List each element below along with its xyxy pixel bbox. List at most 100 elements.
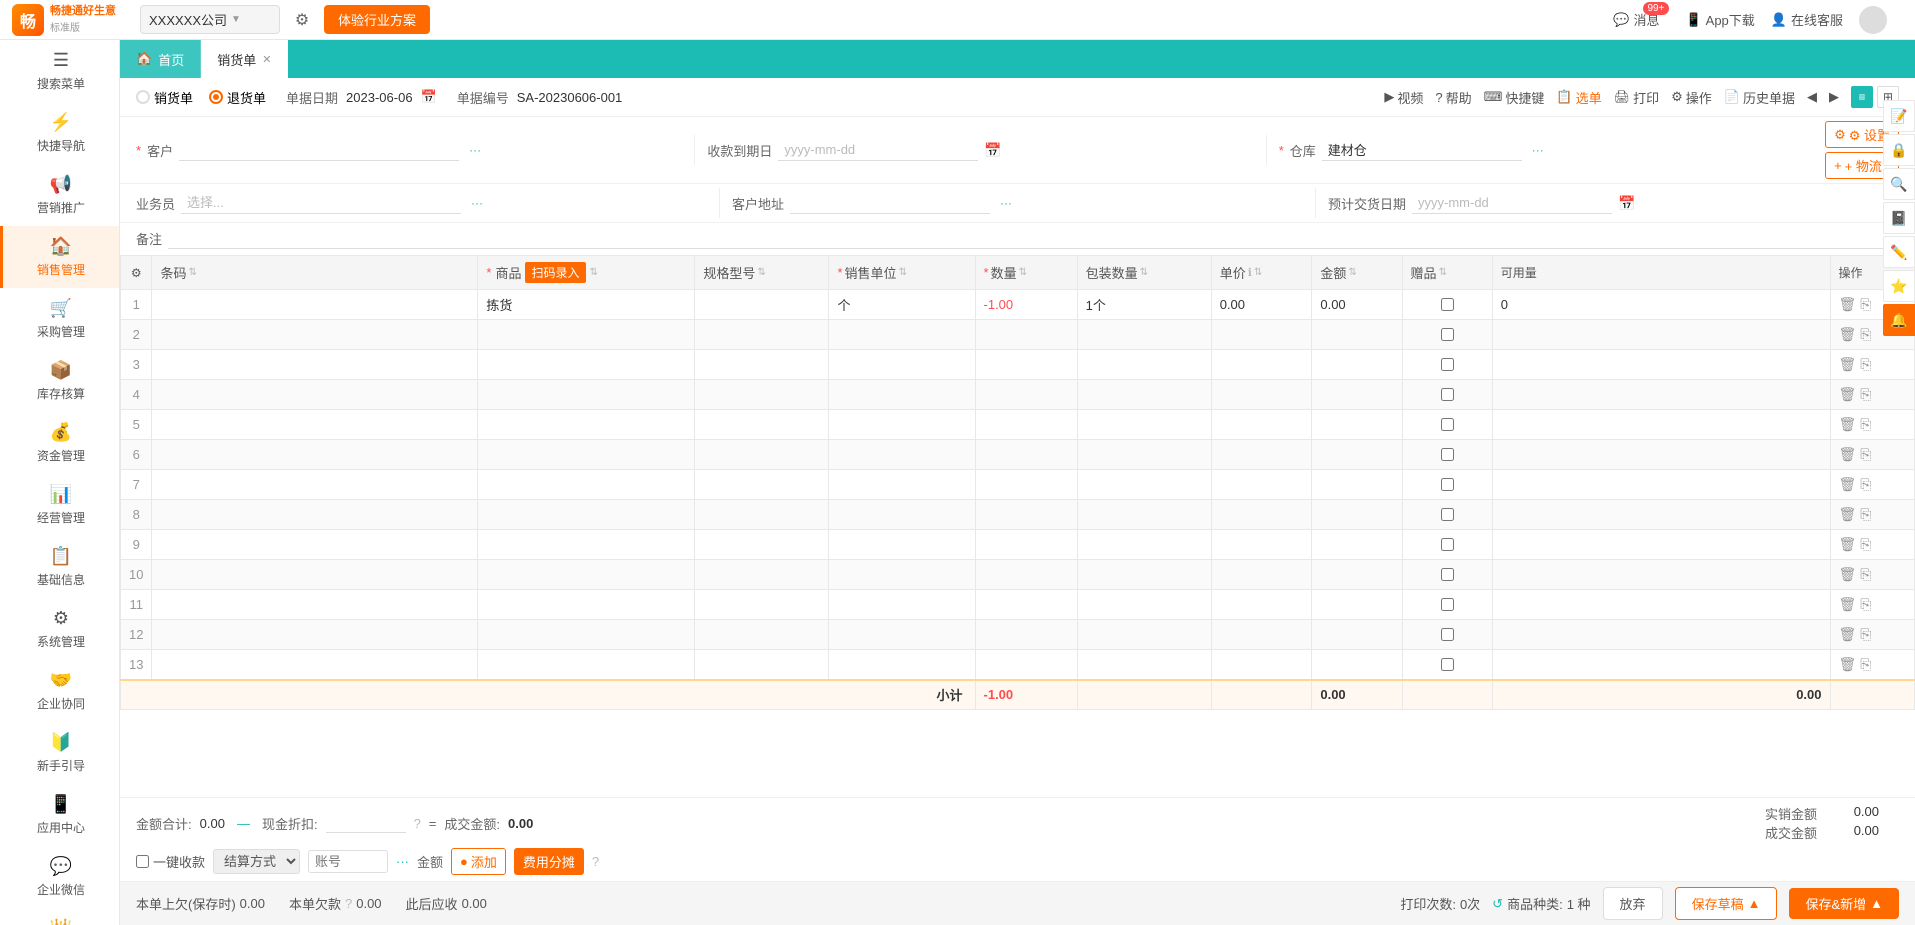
row-barcode[interactable] bbox=[152, 380, 478, 410]
prev-btn[interactable]: ◀ bbox=[1807, 89, 1817, 105]
row-unit[interactable]: 个 bbox=[829, 290, 975, 320]
row-unit-price[interactable] bbox=[1211, 440, 1312, 470]
row-pack-qty[interactable] bbox=[1077, 560, 1211, 590]
th-pack-qty[interactable]: 包装数量⇅ bbox=[1077, 256, 1211, 290]
row-barcode[interactable] bbox=[152, 320, 478, 350]
row-product[interactable] bbox=[478, 500, 695, 530]
gift-checkbox[interactable] bbox=[1441, 538, 1454, 551]
row-pack-qty[interactable] bbox=[1077, 440, 1211, 470]
sidebar-item-quick-nav[interactable]: ⚡ 快捷导航 bbox=[0, 102, 119, 164]
sidebar-item-marketing[interactable]: 📢 营销推广 bbox=[0, 164, 119, 226]
row-amount[interactable] bbox=[1312, 320, 1402, 350]
account-more-icon[interactable]: ··· bbox=[396, 854, 409, 869]
th-settings[interactable]: ⚙ bbox=[121, 256, 152, 290]
cash-discount-input[interactable] bbox=[326, 813, 406, 833]
row-barcode[interactable] bbox=[152, 650, 478, 680]
row-delete-btn[interactable]: 🗑 bbox=[1839, 536, 1857, 553]
right-panel-btn-5[interactable]: ✏️ bbox=[1883, 236, 1915, 268]
row-gift[interactable] bbox=[1402, 320, 1492, 350]
row-copy-btn[interactable]: ⎘ bbox=[1860, 356, 1871, 373]
one-key-pay-input[interactable] bbox=[136, 855, 149, 868]
scan-btn[interactable]: 扫码录入 bbox=[525, 262, 585, 283]
sidebar-item-app-center[interactable]: 📱 应用中心 bbox=[0, 784, 119, 846]
right-panel-btn-2[interactable]: 🔒 bbox=[1883, 134, 1915, 166]
warehouse-more-icon[interactable]: ··· bbox=[1532, 143, 1544, 157]
th-amount[interactable]: 金额⇅ bbox=[1312, 256, 1402, 290]
row-spec[interactable] bbox=[695, 380, 829, 410]
warehouse-input[interactable] bbox=[1322, 139, 1522, 161]
row-qty[interactable] bbox=[975, 410, 1077, 440]
refresh-icon[interactable]: ↺ bbox=[1492, 896, 1503, 912]
row-product[interactable] bbox=[478, 590, 695, 620]
print-btn[interactable]: 🖨 打印 bbox=[1614, 88, 1660, 107]
row-delete-btn[interactable]: 🗑 bbox=[1839, 476, 1857, 493]
th-unit[interactable]: *销售单位⇅ bbox=[829, 256, 975, 290]
chevron-up-icon2[interactable]: ▲ bbox=[1870, 896, 1883, 911]
row-spec[interactable] bbox=[695, 350, 829, 380]
company-select[interactable]: XXXXXX公司 ▼ bbox=[140, 5, 280, 34]
right-panel-btn-3[interactable]: 🔍 bbox=[1883, 168, 1915, 200]
row-unit[interactable] bbox=[829, 380, 975, 410]
row-unit-price[interactable] bbox=[1211, 380, 1312, 410]
row-delete-btn[interactable]: 🗑 bbox=[1839, 566, 1857, 583]
help-btn[interactable]: ? 帮助 bbox=[1435, 88, 1471, 107]
sort-pack-icon[interactable]: ⇅ bbox=[1140, 268, 1148, 278]
row-amount[interactable] bbox=[1312, 620, 1402, 650]
row-barcode[interactable] bbox=[152, 290, 478, 320]
row-pack-qty[interactable] bbox=[1077, 320, 1211, 350]
row-unit-price[interactable] bbox=[1211, 410, 1312, 440]
chevron-up-icon[interactable]: ▲ bbox=[1748, 896, 1761, 911]
sort-barcode-icon[interactable]: ⇅ bbox=[188, 268, 196, 278]
row-barcode[interactable] bbox=[152, 500, 478, 530]
row-spec[interactable] bbox=[695, 470, 829, 500]
discard-button[interactable]: 放弃 bbox=[1603, 887, 1663, 920]
row-barcode[interactable] bbox=[152, 620, 478, 650]
salesperson-input[interactable] bbox=[181, 192, 461, 214]
row-unit[interactable] bbox=[829, 620, 975, 650]
gift-checkbox[interactable] bbox=[1441, 658, 1454, 671]
row-barcode[interactable] bbox=[152, 350, 478, 380]
tab-sales-order[interactable]: 销货单 ✕ bbox=[201, 40, 288, 78]
gift-checkbox[interactable] bbox=[1441, 418, 1454, 431]
row-delete-btn[interactable]: 🗑 bbox=[1839, 626, 1857, 643]
sort-product-icon[interactable]: ⇅ bbox=[590, 268, 598, 278]
gift-checkbox[interactable] bbox=[1441, 598, 1454, 611]
row-unit-price[interactable] bbox=[1211, 530, 1312, 560]
gift-checkbox[interactable] bbox=[1441, 358, 1454, 371]
row-unit-price[interactable] bbox=[1211, 650, 1312, 680]
row-barcode[interactable] bbox=[152, 560, 478, 590]
row-unit[interactable] bbox=[829, 320, 975, 350]
row-copy-btn[interactable]: ⎘ bbox=[1860, 446, 1871, 463]
row-spec[interactable] bbox=[695, 500, 829, 530]
row-qty[interactable] bbox=[975, 350, 1077, 380]
row-delete-btn[interactable]: 🗑 bbox=[1839, 386, 1857, 403]
row-gift[interactable] bbox=[1402, 410, 1492, 440]
row-copy-btn[interactable]: ⎘ bbox=[1860, 626, 1871, 643]
row-product[interactable]: 拣货 bbox=[478, 290, 695, 320]
row-pack-qty[interactable] bbox=[1077, 380, 1211, 410]
payment-method-select[interactable]: 结算方式 bbox=[213, 849, 300, 874]
row-qty[interactable] bbox=[975, 440, 1077, 470]
row-qty[interactable] bbox=[975, 500, 1077, 530]
row-product[interactable] bbox=[478, 530, 695, 560]
sort-gift-icon[interactable]: ⇅ bbox=[1439, 268, 1447, 278]
row-amount[interactable] bbox=[1312, 470, 1402, 500]
row-unit-price[interactable] bbox=[1211, 560, 1312, 590]
account-input[interactable] bbox=[308, 850, 388, 873]
row-product[interactable] bbox=[478, 410, 695, 440]
row-spec[interactable] bbox=[695, 530, 829, 560]
tab-home[interactable]: 🏠 首页 bbox=[120, 40, 201, 78]
add-fee-btn[interactable]: ● 添加 bbox=[451, 848, 506, 875]
row-unit-price[interactable]: 0.00 bbox=[1211, 290, 1312, 320]
row-unit[interactable] bbox=[829, 440, 975, 470]
customer-addr-more-icon[interactable]: ··· bbox=[1000, 196, 1012, 210]
row-qty[interactable] bbox=[975, 470, 1077, 500]
row-qty[interactable] bbox=[975, 530, 1077, 560]
sidebar-item-inventory[interactable]: 📦 库存核算 bbox=[0, 350, 119, 412]
row-gift[interactable] bbox=[1402, 650, 1492, 680]
th-product[interactable]: *商品 扫码录入 ⇅ bbox=[478, 256, 695, 290]
row-delete-btn[interactable]: 🗑 bbox=[1839, 326, 1857, 343]
sidebar-item-search[interactable]: ☰ 搜索菜单 bbox=[0, 40, 119, 102]
row-spec[interactable] bbox=[695, 560, 829, 590]
row-gift[interactable] bbox=[1402, 350, 1492, 380]
